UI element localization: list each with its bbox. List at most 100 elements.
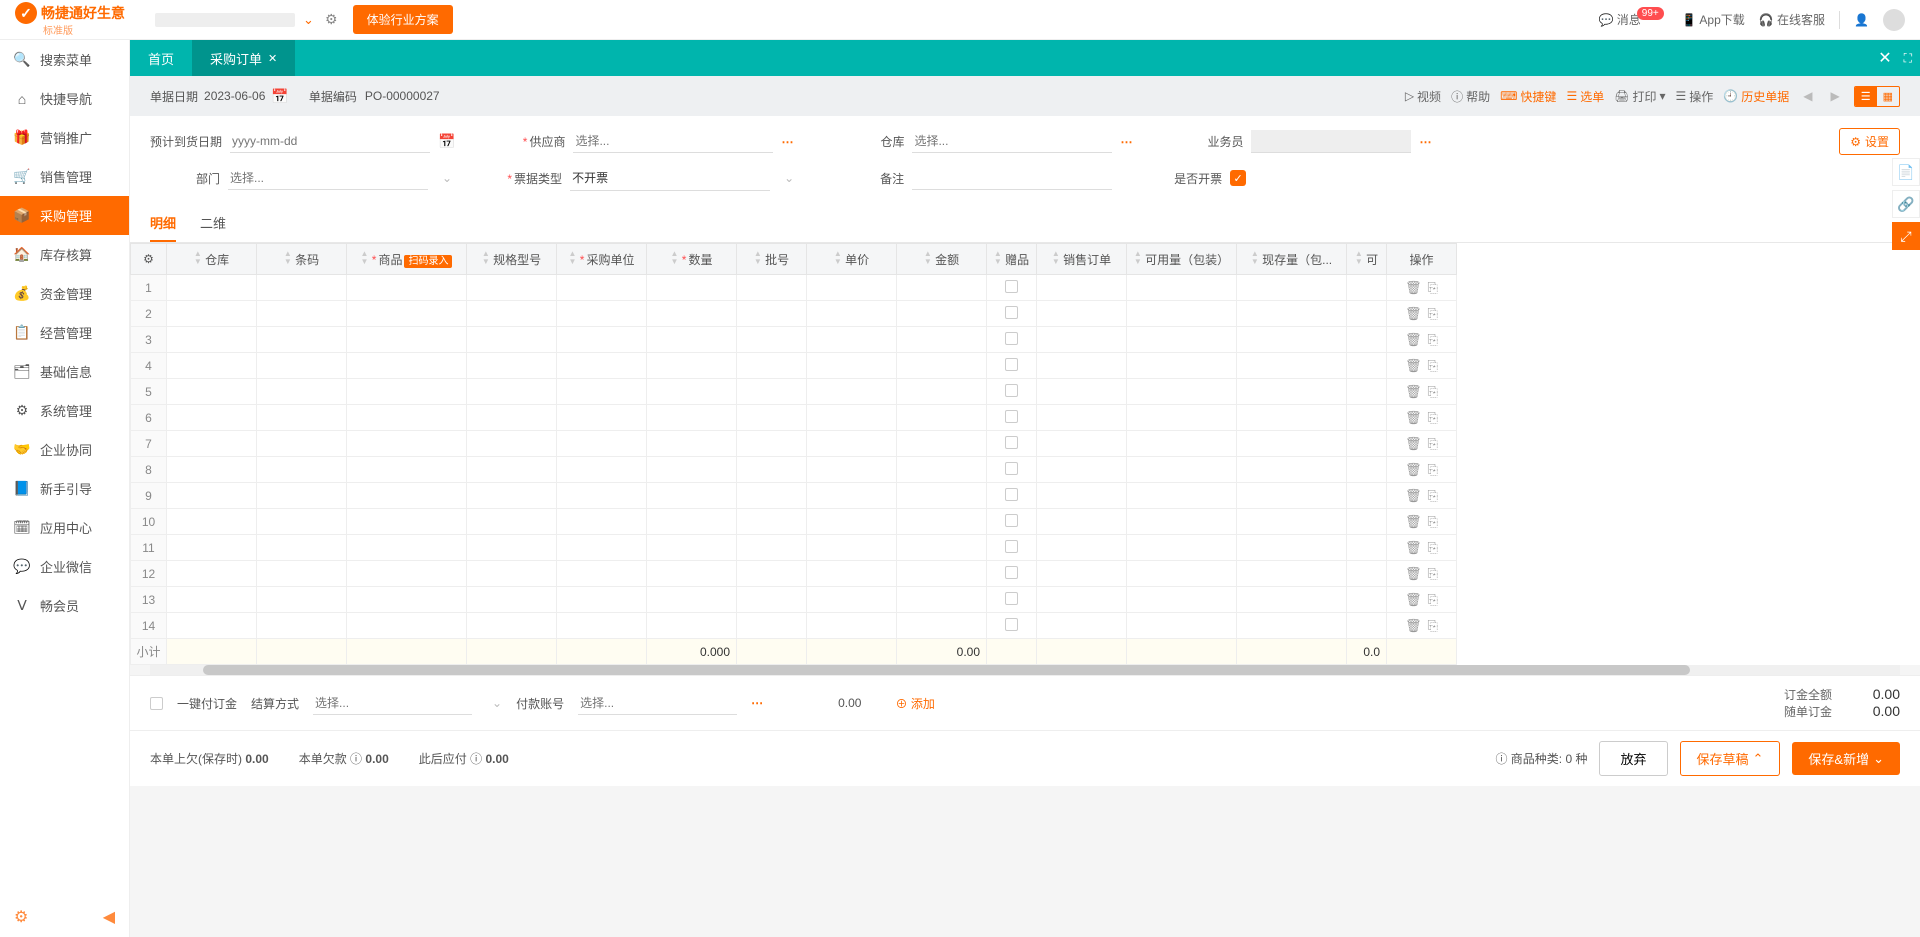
invoice-flag-checkbox[interactable]: ✓ — [1230, 170, 1246, 186]
copy-icon[interactable]: ⎘ — [1428, 280, 1438, 295]
gift-checkbox[interactable] — [1005, 592, 1018, 605]
tab-detail[interactable]: 明细 — [150, 213, 176, 242]
table-row[interactable]: 4🗑⎘ — [131, 353, 1457, 379]
copy-icon[interactable]: ⎘ — [1428, 540, 1438, 555]
copy-icon[interactable]: ⎘ — [1428, 384, 1438, 399]
copy-icon[interactable]: ⎘ — [1428, 566, 1438, 581]
table-row[interactable]: 12🗑⎘ — [131, 561, 1457, 587]
gift-checkbox[interactable] — [1005, 618, 1018, 631]
history-link[interactable]: 🕘 历史单据 — [1723, 88, 1789, 105]
delete-icon[interactable]: 🗑 — [1405, 280, 1422, 295]
avatar[interactable] — [1883, 9, 1905, 31]
table-row[interactable]: 3🗑⎘ — [131, 327, 1457, 353]
table-row[interactable]: 8🗑⎘ — [131, 457, 1457, 483]
online-cs-link[interactable]: 🎧 在线客服 — [1759, 11, 1825, 28]
rail-attach-icon[interactable]: 🔗 — [1892, 190, 1920, 218]
save-draft-button[interactable]: 保存草稿 ⌃ — [1680, 741, 1781, 776]
rail-note-icon[interactable]: 📄 — [1892, 158, 1920, 186]
gift-checkbox[interactable] — [1005, 332, 1018, 345]
more-icon[interactable]: ⋯ — [1120, 135, 1133, 149]
video-link[interactable]: ▷ 视频 — [1405, 88, 1441, 105]
gift-checkbox[interactable] — [1005, 514, 1018, 527]
copy-icon[interactable]: ⎘ — [1428, 514, 1438, 529]
calendar-icon[interactable]: 📅 — [271, 88, 288, 105]
sidebar-gear-icon[interactable]: ⚙ — [14, 907, 28, 927]
experience-button[interactable]: 体验行业方案 — [353, 5, 453, 34]
gift-checkbox[interactable] — [1005, 306, 1018, 319]
more-icon[interactable]: ⋯ — [751, 696, 764, 710]
more-icon[interactable]: ⋯ — [781, 135, 794, 149]
table-row[interactable]: 14🗑⎘ — [131, 613, 1457, 639]
table-row[interactable]: 11🗑⎘ — [131, 535, 1457, 561]
app-download-link[interactable]: 📱 App下载 — [1682, 11, 1745, 28]
shortcut-link[interactable]: ⌨ 快捷键 — [1500, 88, 1556, 105]
sidebar-item-12[interactable]: 🗓应用中心 — [0, 508, 129, 547]
table-row[interactable]: 10🗑⎘ — [131, 509, 1457, 535]
tab-2d[interactable]: 二维 — [200, 213, 226, 242]
chevron-down-icon[interactable]: ⌄ — [442, 171, 452, 185]
table-row[interactable]: 7🗑⎘ — [131, 431, 1457, 457]
sidebar-item-5[interactable]: 🏠库存核算 — [0, 235, 129, 274]
chevron-down-icon[interactable]: ⌄ — [784, 171, 794, 185]
copy-icon[interactable]: ⎘ — [1428, 358, 1438, 373]
chevron-down-icon[interactable]: ⌄ — [492, 696, 502, 710]
discard-button[interactable]: 放弃 — [1599, 741, 1667, 776]
table-row[interactable]: 9🗑⎘ — [131, 483, 1457, 509]
h-scrollbar[interactable] — [150, 665, 1900, 675]
date-value[interactable]: 2023-06-06 — [204, 89, 265, 103]
fullscreen-icon[interactable]: ⛶ — [1904, 51, 1912, 66]
delete-icon[interactable]: 🗑 — [1405, 462, 1422, 477]
copy-icon[interactable]: ⎘ — [1428, 462, 1438, 477]
delete-icon[interactable]: 🗑 — [1405, 436, 1422, 451]
sidebar-item-10[interactable]: 🤝企业协同 — [0, 430, 129, 469]
delete-icon[interactable]: 🗑 — [1405, 332, 1422, 347]
company-select[interactable]: ⌄ — [155, 12, 315, 28]
save-new-button[interactable]: 保存&新增 ⌄ — [1792, 742, 1900, 775]
list-view-icon[interactable]: ☰ — [1855, 87, 1877, 106]
sidebar-item-2[interactable]: 🎁营销推广 — [0, 118, 129, 157]
table-row[interactable]: 2🗑⎘ — [131, 301, 1457, 327]
table-row[interactable]: 13🗑⎘ — [131, 587, 1457, 613]
delete-icon[interactable]: 🗑 — [1405, 410, 1422, 425]
copy-icon[interactable]: ⎘ — [1428, 332, 1438, 347]
sidebar-item-8[interactable]: 🗂基础信息 — [0, 352, 129, 391]
dept-input[interactable] — [228, 167, 428, 190]
copy-icon[interactable]: ⎘ — [1428, 436, 1438, 451]
remark-input[interactable] — [912, 167, 1112, 190]
gift-checkbox[interactable] — [1005, 462, 1018, 475]
sidebar-item-13[interactable]: 💬企业微信 — [0, 547, 129, 586]
delete-icon[interactable]: 🗑 — [1405, 618, 1422, 633]
message-link[interactable]: 💬 消息99+ — [1599, 11, 1668, 28]
calendar-icon[interactable]: 📅 — [438, 133, 455, 150]
select-doc-link[interactable]: ☰ 选单 — [1566, 88, 1604, 105]
gift-checkbox[interactable] — [1005, 436, 1018, 449]
settings-button[interactable]: ⚙ 设置 — [1839, 128, 1900, 155]
print-link[interactable]: 🖨 打印 ▾ — [1614, 88, 1665, 105]
sidebar-item-4[interactable]: 📦采购管理 — [0, 196, 129, 235]
sidebar-item-14[interactable]: Ⅴ畅会员 — [0, 586, 129, 625]
settle-input[interactable] — [313, 692, 472, 715]
delete-icon[interactable]: 🗑 — [1405, 358, 1422, 373]
add-link[interactable]: ⊕ 添加 — [895, 695, 934, 712]
sidebar-item-3[interactable]: 🛒销售管理 — [0, 157, 129, 196]
supplier-input[interactable] — [573, 130, 773, 153]
copy-icon[interactable]: ⎘ — [1428, 306, 1438, 321]
copy-icon[interactable]: ⎘ — [1428, 618, 1438, 633]
help-link[interactable]: ⓘ 帮助 — [1451, 88, 1490, 105]
warehouse-input[interactable] — [912, 130, 1112, 153]
sidebar-collapse-icon[interactable]: ◀ — [103, 907, 115, 927]
pay-acct-input[interactable] — [578, 692, 737, 715]
user-icon[interactable]: 👤 — [1854, 13, 1869, 27]
gear-icon[interactable]: ⚙ — [325, 11, 338, 28]
gift-checkbox[interactable] — [1005, 280, 1018, 293]
more-icon[interactable]: ⋯ — [1419, 135, 1432, 149]
invoice-type-select[interactable]: 不开票 — [570, 165, 770, 191]
delete-icon[interactable]: 🗑 — [1405, 540, 1422, 555]
gift-checkbox[interactable] — [1005, 488, 1018, 501]
gift-checkbox[interactable] — [1005, 410, 1018, 423]
delete-icon[interactable]: 🗑 — [1405, 306, 1422, 321]
tab-close-all-icon[interactable]: ✕ — [1878, 48, 1891, 68]
next-arrow-icon[interactable]: ▶ — [1826, 89, 1843, 103]
one-key-checkbox[interactable] — [150, 697, 163, 710]
sidebar-item-0[interactable]: 🔍搜索菜单 — [0, 40, 129, 79]
